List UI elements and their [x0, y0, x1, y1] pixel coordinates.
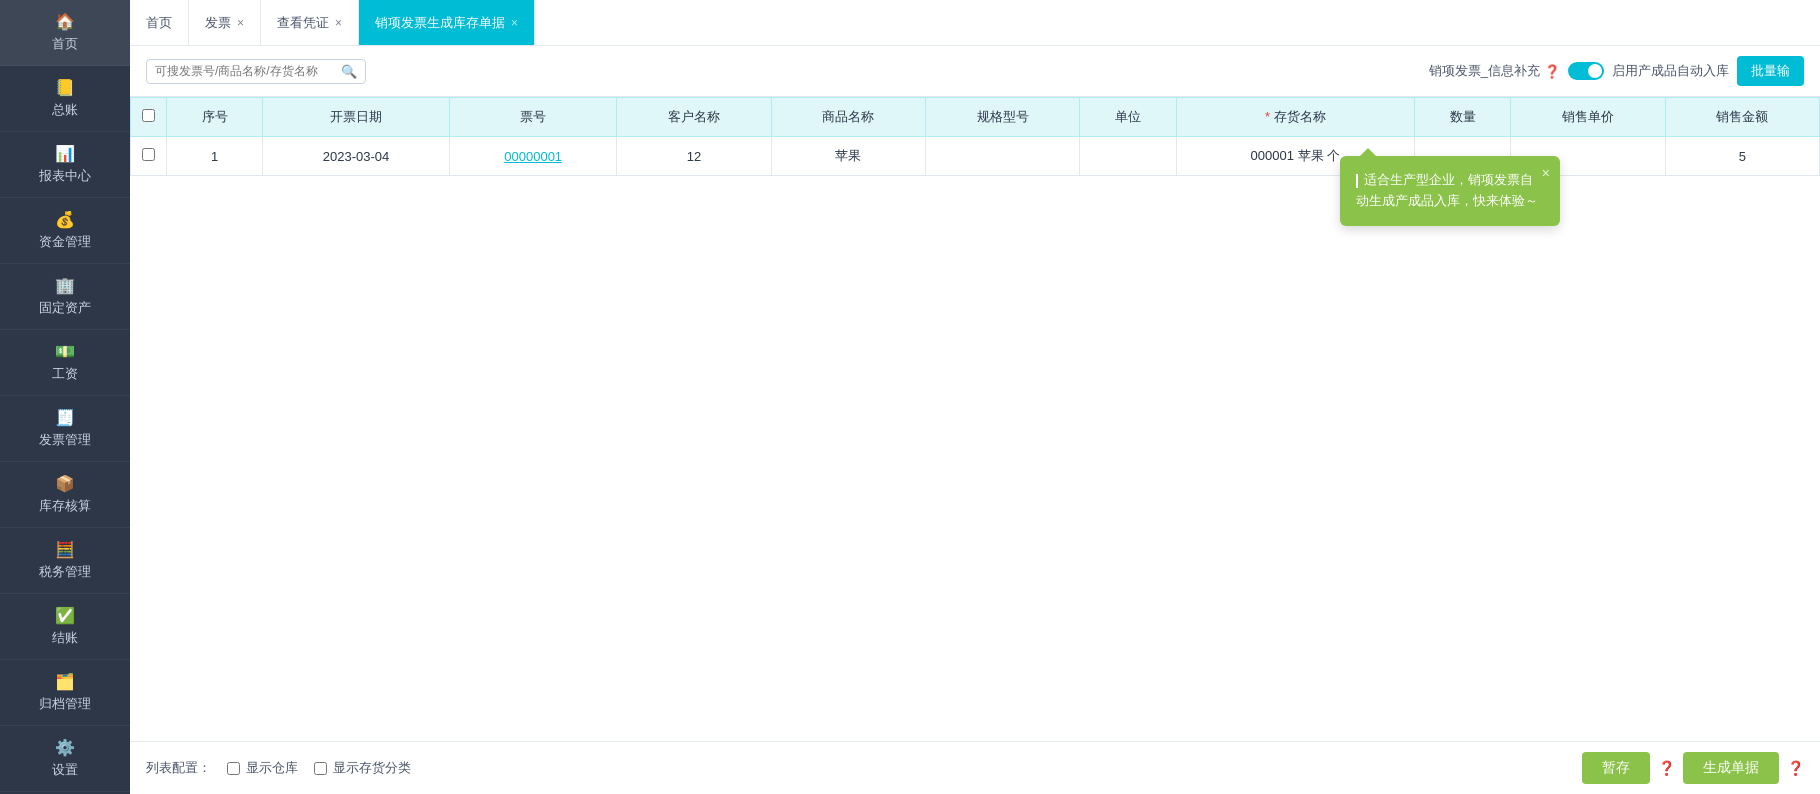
- archive-icon: 🗂️: [55, 672, 75, 691]
- row-customer: 12: [617, 137, 771, 176]
- generate-help-icon[interactable]: ❓: [1787, 760, 1804, 776]
- info-help-icon[interactable]: ❓: [1544, 64, 1560, 79]
- row-unit: [1080, 137, 1176, 176]
- info-label: 销项发票_信息补充 ❓: [1429, 62, 1560, 80]
- save-button[interactable]: 暂存: [1582, 752, 1650, 784]
- row-product: 苹果: [771, 137, 925, 176]
- header-unit-price: 销售单价: [1511, 98, 1665, 137]
- generate-button[interactable]: 生成单据: [1683, 752, 1779, 784]
- show-category-wrap[interactable]: 显示存货分类: [314, 759, 411, 777]
- data-table: 序号 开票日期 票号 客户名称 商品名称 规格型号 单位 * 存货名称 数量 销…: [130, 97, 1820, 176]
- content-area: 🔍 销项发票_信息补充 ❓ 启用产成品自动入库 批量输: [130, 46, 1820, 794]
- header-unit: 单位: [1080, 98, 1176, 137]
- sidebar: 🏠 首页 📒 总账 📊 报表中心 💰 资金管理 🏢 固定资产 💵 工资 🧾 发票…: [0, 0, 130, 794]
- select-all-checkbox[interactable]: [142, 109, 155, 122]
- sidebar-item-settings[interactable]: ⚙️ 设置: [0, 726, 130, 792]
- search-input[interactable]: [155, 64, 337, 78]
- sidebar-item-archive[interactable]: 🗂️ 归档管理: [0, 660, 130, 726]
- auto-warehouse-toggle[interactable]: [1568, 62, 1604, 80]
- tab-bar: 首页 发票 × 查看凭证 × 销项发票生成库存单据 ×: [130, 0, 1820, 46]
- sidebar-item-home[interactable]: 🏠 首页: [0, 0, 130, 66]
- finance-icon: 💰: [55, 210, 75, 229]
- invoice-icon: 🧾: [55, 408, 75, 427]
- header-customer: 客户名称: [617, 98, 771, 137]
- save-help-icon[interactable]: ❓: [1658, 760, 1675, 776]
- sidebar-item-assets[interactable]: 🏢 固定资产: [0, 264, 130, 330]
- tab-invoice-close[interactable]: ×: [237, 16, 244, 30]
- row-spec: [926, 137, 1080, 176]
- header-product: 商品名称: [771, 98, 925, 137]
- row-amount: 5: [1665, 137, 1819, 176]
- tab-home[interactable]: 首页: [130, 0, 189, 45]
- popover-cursor: [1356, 174, 1358, 188]
- bottom-actions: 暂存 ❓ 生成单据 ❓: [1582, 752, 1804, 784]
- table-wrap: 序号 开票日期 票号 客户名称 商品名称 规格型号 单位 * 存货名称 数量 销…: [130, 97, 1820, 741]
- show-warehouse-wrap[interactable]: 显示仓库: [227, 759, 298, 777]
- row-ticket-no[interactable]: 00000001: [449, 137, 616, 176]
- toggle-label: 启用产成品自动入库: [1612, 62, 1729, 80]
- tab-generate-inventory[interactable]: 销项发票生成库存单据 ×: [359, 0, 535, 45]
- search-wrap[interactable]: 🔍: [146, 59, 366, 84]
- tab-voucher-close[interactable]: ×: [335, 16, 342, 30]
- sidebar-item-tax[interactable]: 🧮 税务管理: [0, 528, 130, 594]
- payroll-icon: 💵: [55, 342, 75, 361]
- header-quantity: 数量: [1415, 98, 1511, 137]
- batch-button[interactable]: 批量输: [1737, 56, 1804, 86]
- sidebar-item-ledger[interactable]: 📒 总账: [0, 66, 130, 132]
- show-category-checkbox[interactable]: [314, 762, 327, 775]
- header-checkbox-col[interactable]: [131, 98, 167, 137]
- sidebar-item-inventory[interactable]: 📦 库存核算: [0, 462, 130, 528]
- row-checkbox-cell[interactable]: [131, 137, 167, 176]
- sidebar-item-invoice[interactable]: 🧾 发票管理: [0, 396, 130, 462]
- tab-voucher[interactable]: 查看凭证 ×: [261, 0, 359, 45]
- show-warehouse-checkbox[interactable]: [227, 762, 240, 775]
- inventory-icon: 📦: [55, 474, 75, 493]
- settlement-icon: ✅: [55, 606, 75, 625]
- popover-text: 适合生产型企业，销项发票自动生成产成品入库，快来体验～: [1356, 172, 1538, 208]
- main-area: 首页 发票 × 查看凭证 × 销项发票生成库存单据 × 🔍 销项发票_信息补充: [130, 0, 1820, 794]
- row-date: 2023-03-04: [263, 137, 450, 176]
- header-index: 序号: [167, 98, 263, 137]
- toolbar: 🔍 销项发票_信息补充 ❓ 启用产成品自动入库 批量输: [130, 46, 1820, 97]
- row-index: 1: [167, 137, 263, 176]
- header-inventory: * 存货名称: [1176, 98, 1414, 137]
- bottom-bar: 列表配置： 显示仓库 显示存货分类 暂存 ❓ 生成单据 ❓: [130, 741, 1820, 794]
- header-ticket-no: 票号: [449, 98, 616, 137]
- tab-invoice[interactable]: 发票 ×: [189, 0, 261, 45]
- show-warehouse-label: 显示仓库: [246, 759, 298, 777]
- sidebar-item-reports[interactable]: 📊 报表中心: [0, 132, 130, 198]
- header-spec: 规格型号: [926, 98, 1080, 137]
- sidebar-item-payroll[interactable]: 💵 工资: [0, 330, 130, 396]
- settings-icon: ⚙️: [55, 738, 75, 757]
- home-icon: 🏠: [55, 12, 75, 31]
- search-icon: 🔍: [341, 64, 357, 79]
- table-row: 1 2023-03-04 00000001 12 苹果 000001 苹果 个 …: [131, 137, 1820, 176]
- assets-icon: 🏢: [55, 276, 75, 295]
- toolbar-right: 销项发票_信息补充 ❓ 启用产成品自动入库 批量输: [1429, 56, 1804, 86]
- show-category-label: 显示存货分类: [333, 759, 411, 777]
- tax-icon: 🧮: [55, 540, 75, 559]
- tab-generate-inventory-close[interactable]: ×: [511, 16, 518, 30]
- sidebar-item-finance[interactable]: 💰 资金管理: [0, 198, 130, 264]
- ledger-icon: 📒: [55, 78, 75, 97]
- table-header-row: 序号 开票日期 票号 客户名称 商品名称 规格型号 单位 * 存货名称 数量 销…: [131, 98, 1820, 137]
- row-checkbox[interactable]: [142, 148, 155, 161]
- sidebar-item-settlement[interactable]: ✅ 结账: [0, 594, 130, 660]
- header-amount: 销售金额: [1665, 98, 1819, 137]
- config-label: 列表配置：: [146, 759, 211, 777]
- header-date: 开票日期: [263, 98, 450, 137]
- tooltip-popover: × 适合生产型企业，销项发票自动生成产成品入库，快来体验～: [1340, 156, 1560, 226]
- popover-close-button[interactable]: ×: [1542, 162, 1550, 184]
- reports-icon: 📊: [55, 144, 75, 163]
